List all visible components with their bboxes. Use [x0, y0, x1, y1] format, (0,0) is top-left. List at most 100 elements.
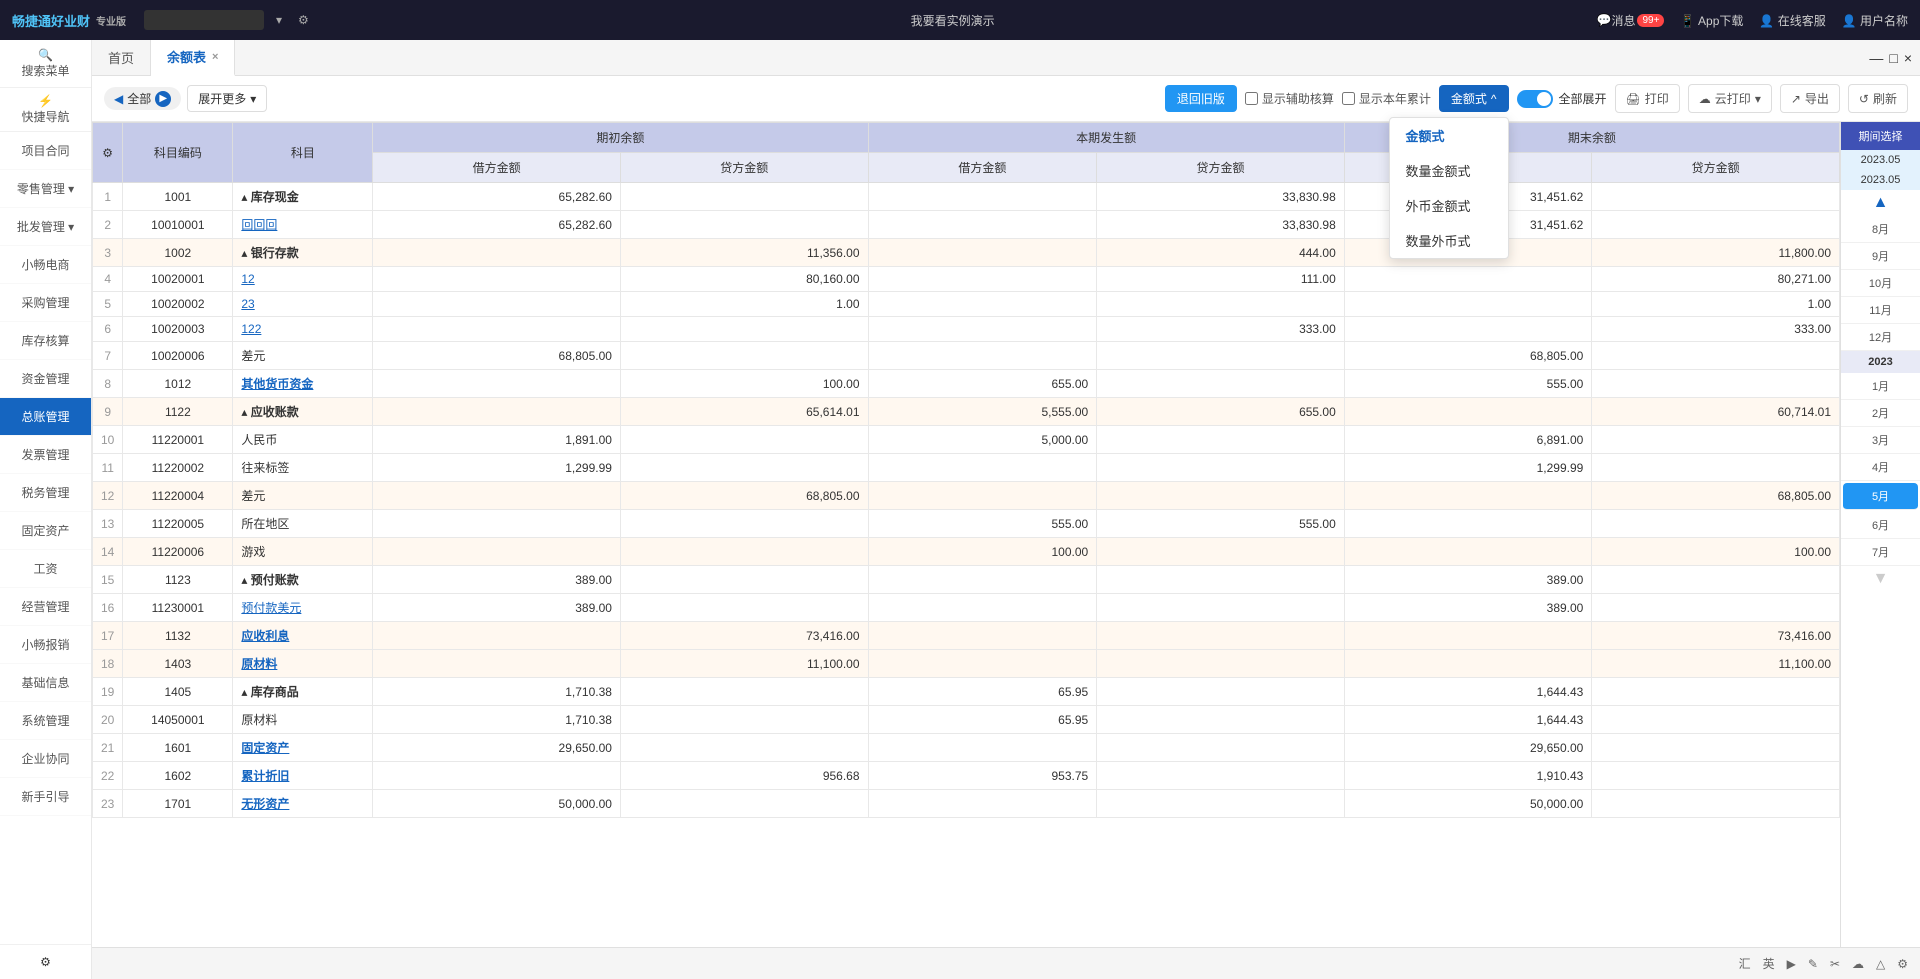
toggle-switch-control[interactable]	[1517, 90, 1553, 108]
account-name[interactable]: 无形资产	[233, 790, 373, 818]
period-feb[interactable]: 2月	[1841, 400, 1920, 427]
account-name[interactable]: 累计折旧	[233, 762, 373, 790]
user-avatar[interactable]: 👤 用户名称	[1842, 12, 1908, 29]
status-icon-5[interactable]: ✂	[1830, 957, 1840, 971]
cloud-print-btn[interactable]: ☁ 云打印 ▾	[1688, 84, 1772, 113]
period-nov[interactable]: 11月	[1841, 297, 1920, 324]
collapse-icon[interactable]: ▴	[241, 685, 250, 699]
window-minimize-btn[interactable]: —	[1869, 50, 1883, 66]
tab-close-icon[interactable]: ×	[212, 51, 218, 63]
export-btn[interactable]: ↗ 导出	[1780, 84, 1840, 113]
period-may[interactable]: 5月	[1843, 483, 1918, 510]
app-download-btn[interactable]: 📱 App下载	[1680, 12, 1743, 29]
window-close-btn[interactable]: ×	[1904, 50, 1912, 66]
tab-home[interactable]: 首页	[92, 40, 151, 76]
dropdown-item-qty-amount[interactable]: 数量金额式	[1390, 153, 1508, 188]
account-name-link[interactable]: 预付款美元	[241, 601, 301, 615]
sidebar-settings-btn[interactable]: ⚙	[0, 944, 91, 979]
period-next-btn[interactable]: ▼	[1841, 566, 1920, 592]
account-name[interactable]: 应收利息	[233, 622, 373, 650]
period-jan[interactable]: 1月	[1841, 373, 1920, 400]
account-name[interactable]: 其他货币资金	[233, 370, 373, 398]
collapse-icon[interactable]: ▴	[241, 573, 250, 587]
sidebar-item-ecommerce[interactable]: 小畅电商	[0, 246, 91, 284]
status-icon-2[interactable]: 英	[1763, 955, 1775, 972]
sidebar-item-payroll[interactable]: 工资	[0, 550, 91, 588]
status-icon-6[interactable]: ☁	[1852, 957, 1864, 971]
status-icon-4[interactable]: ✎	[1808, 957, 1818, 971]
status-icon-1[interactable]: 汇	[1739, 955, 1751, 972]
main-layout: 🔍搜索菜单 ⚡快捷导航 项目合同 零售管理 ▾ 批发管理 ▾ 小畅电商 采购管理…	[0, 40, 1920, 979]
period-mar[interactable]: 3月	[1841, 427, 1920, 454]
sidebar-item-invoice[interactable]: 发票管理	[0, 436, 91, 474]
show-aux-checkbox[interactable]: 显示辅助核算	[1245, 90, 1334, 107]
dropdown-item-amount[interactable]: 金额式	[1390, 118, 1508, 153]
status-icon-3[interactable]: ▶	[1787, 957, 1796, 971]
type-dropdown-btn[interactable]: 金额式 ^	[1439, 85, 1509, 112]
dropdown-item-qty-foreign[interactable]: 数量外币式	[1390, 223, 1508, 258]
expand-all-toggle[interactable]: 全部展开	[1517, 90, 1607, 108]
print-btn[interactable]: 🖨 打印	[1615, 84, 1680, 113]
back-to-old-btn[interactable]: 退回旧版	[1165, 85, 1237, 112]
sidebar-item-ledger[interactable]: 总账管理	[0, 398, 91, 436]
collapse-icon[interactable]: ▴	[241, 190, 250, 204]
period-aug[interactable]: 8月	[1841, 216, 1920, 243]
refresh-btn[interactable]: ↺ 刷新	[1848, 84, 1908, 113]
sidebar-item-purchase[interactable]: 采购管理	[0, 284, 91, 322]
tab-balance-sheet[interactable]: 余额表 ×	[151, 40, 235, 76]
period-apr[interactable]: 4月	[1841, 454, 1920, 481]
period-jun[interactable]: 6月	[1841, 512, 1920, 539]
collapse-icon[interactable]: ▴	[241, 246, 250, 260]
sidebar-item-assets[interactable]: 固定资产	[0, 512, 91, 550]
sidebar-item-inventory[interactable]: 库存核算	[0, 322, 91, 360]
account-name[interactable]: 12	[233, 267, 373, 292]
table-container[interactable]: ⚙ 科目编码 科目 期初余额 本期发生额 期末余额 借方金额 贷方金额 借方金额…	[92, 122, 1840, 947]
period-jul[interactable]: 7月	[1841, 539, 1920, 566]
sidebar-item-retail[interactable]: 零售管理 ▾	[0, 170, 91, 208]
account-name[interactable]: 23	[233, 292, 373, 317]
settings-top-btn[interactable]: ⚙	[298, 13, 309, 27]
th-settings[interactable]: ⚙	[93, 123, 123, 183]
account-name[interactable]: 预付款美元	[233, 594, 373, 622]
sidebar-item-system[interactable]: 系统管理	[0, 702, 91, 740]
account-name-link[interactable]: 12	[241, 272, 254, 286]
sidebar-item-guide[interactable]: 新手引导	[0, 778, 91, 816]
account-name-link[interactable]: 23	[241, 297, 254, 311]
sidebar-quick-nav[interactable]: ⚡快捷导航	[0, 88, 91, 132]
status-icon-8[interactable]: ⚙	[1897, 957, 1908, 971]
sidebar-item-basic[interactable]: 基础信息	[0, 664, 91, 702]
account-name-link[interactable]: 回回回	[241, 218, 277, 232]
sidebar-item-collab[interactable]: 企业协同	[0, 740, 91, 778]
window-control-btn[interactable]: ▾	[276, 13, 282, 27]
dropdown-item-foreign-amount[interactable]: 外币金额式	[1390, 188, 1508, 223]
show-ytd-checkbox[interactable]: 显示本年累计	[1342, 90, 1431, 107]
account-name[interactable]: 原材料	[233, 650, 373, 678]
window-maximize-btn[interactable]: □	[1889, 50, 1897, 66]
period-oct[interactable]: 10月	[1841, 270, 1920, 297]
online-service-btn[interactable]: 👤 在线客服	[1759, 12, 1825, 29]
period-dec[interactable]: 12月	[1841, 324, 1920, 351]
sidebar-item-tax[interactable]: 税务管理	[0, 474, 91, 512]
all-filter-tag[interactable]: ◀ 全部 ▶	[104, 87, 181, 110]
sidebar-item-wholesale[interactable]: 批发管理 ▾	[0, 208, 91, 246]
account-name[interactable]: 122	[233, 317, 373, 342]
sidebar-item-finance[interactable]: 资金管理	[0, 360, 91, 398]
demo-link[interactable]: 我要看实例演示	[911, 12, 995, 29]
account-name[interactable]: 固定资产	[233, 734, 373, 762]
sidebar-search[interactable]: 🔍搜索菜单	[0, 40, 91, 88]
sidebar-item-expense[interactable]: 小畅报销	[0, 626, 91, 664]
status-icon-7[interactable]: △	[1876, 957, 1885, 971]
expand-more-btn[interactable]: 展开更多 ▾	[187, 85, 267, 112]
collapse-icon[interactable]: ▴	[241, 405, 250, 419]
period-prev-btn[interactable]: ▲	[1841, 190, 1920, 216]
sidebar-item-project[interactable]: 项目合同	[0, 132, 91, 170]
period-sep[interactable]: 9月	[1841, 243, 1920, 270]
forward-icon[interactable]: ▶	[155, 91, 171, 107]
account-name[interactable]: 回回回	[233, 211, 373, 239]
message-btn[interactable]: 💬 消息 99+	[1596, 12, 1664, 29]
account-code: 11220002	[123, 454, 233, 482]
sidebar-item-operations[interactable]: 经营管理	[0, 588, 91, 626]
period-panel-header[interactable]: 期间选择	[1841, 122, 1920, 150]
account-name-link[interactable]: 122	[241, 322, 261, 336]
closing-credit	[1592, 183, 1840, 211]
